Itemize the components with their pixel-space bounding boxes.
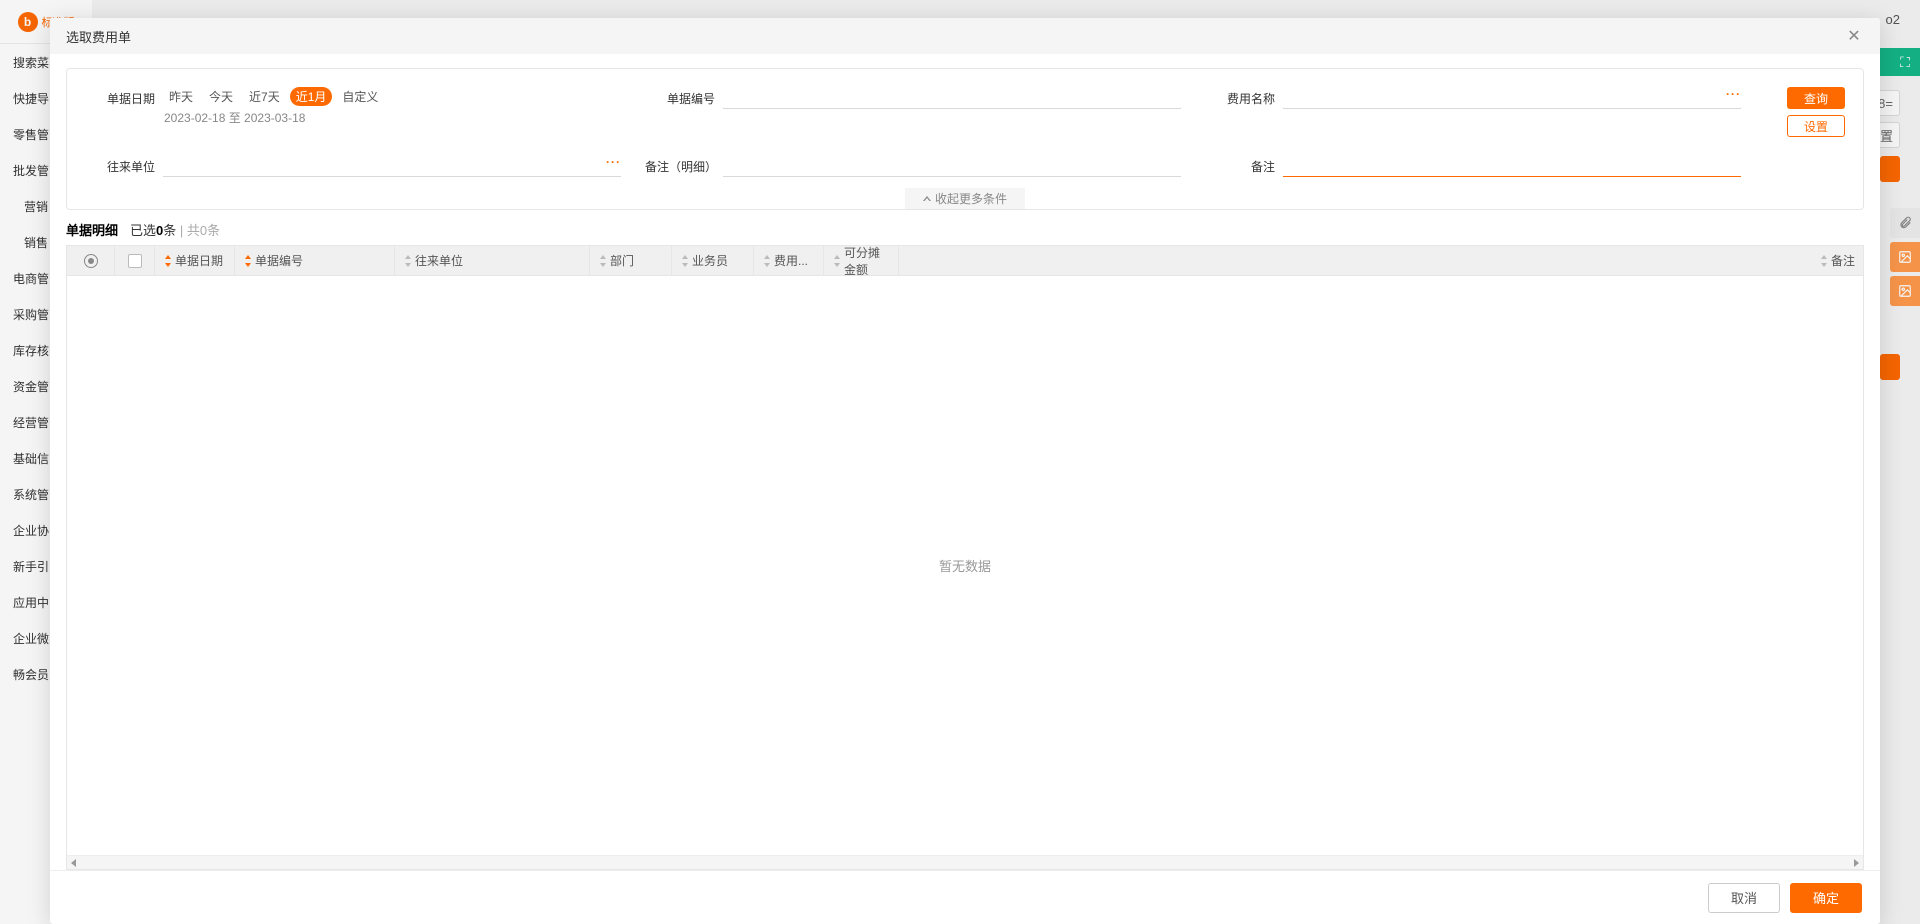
sort-icon: [243, 254, 253, 268]
sort-icon: [680, 254, 690, 268]
column-biz[interactable]: 业务员: [672, 246, 754, 275]
table-header-row: 单据日期 单据编号 往来单位 部门 业务员: [67, 246, 1863, 276]
modal-title: 选取费用单: [66, 27, 131, 46]
code-input[interactable]: [723, 87, 1181, 109]
filter-actions: 查询 设置: [1765, 87, 1845, 137]
column-code[interactable]: 单据编号: [235, 246, 395, 275]
date-quick-picker: 昨天 今天 近7天 近1月 自定义: [163, 87, 621, 106]
details-title: 单据明细: [66, 220, 118, 239]
chevron-up-icon: [923, 196, 931, 201]
filter-party: 往来单位 ···: [85, 155, 621, 177]
sort-icon: [403, 254, 413, 268]
modal-header: 选取费用单 ✕: [50, 18, 1880, 54]
checkbox-icon: [128, 254, 142, 268]
close-icon[interactable]: ✕: [1844, 26, 1864, 46]
sort-icon: [1819, 254, 1829, 268]
query-button[interactable]: 查询: [1787, 87, 1845, 109]
date-quick-last1m[interactable]: 近1月: [290, 87, 333, 106]
filter-fee-name-label: 费用名称: [1205, 87, 1283, 107]
settings-button[interactable]: 设置: [1787, 115, 1845, 137]
sort-icon: [832, 254, 842, 268]
modal-body: 单据日期 昨天 今天 近7天 近1月 自定义 2023-02-18 至 2023…: [50, 54, 1880, 870]
collapse-label: 收起更多条件: [935, 190, 1007, 207]
remark-detail-input[interactable]: [723, 155, 1181, 177]
column-fee[interactable]: 费用...: [754, 246, 824, 275]
column-date[interactable]: 单据日期: [155, 246, 235, 275]
column-select-all[interactable]: [115, 246, 155, 275]
filter-remark-label: 备注: [1205, 155, 1283, 175]
ellipsis-icon[interactable]: ···: [606, 155, 621, 169]
sort-icon: [163, 254, 173, 268]
sort-icon: [598, 254, 608, 268]
column-dept[interactable]: 部门: [590, 246, 672, 275]
date-quick-today[interactable]: 今天: [203, 87, 239, 106]
collapse-button[interactable]: 收起更多条件: [905, 188, 1025, 209]
date-range-display: 2023-02-18 至 2023-03-18: [163, 109, 621, 126]
details-header: 单据明细 已选0条 | 共0条: [66, 210, 1864, 245]
sort-icon: [762, 254, 772, 268]
filter-date: 单据日期 昨天 今天 近7天 近1月 自定义 2023-02-18 至 2023…: [85, 87, 621, 137]
select-expense-modal: 选取费用单 ✕ 单据日期 昨天 今天 近7天 近1月 自定义: [50, 18, 1880, 924]
gear-icon: [84, 254, 98, 268]
column-settings[interactable]: [67, 246, 115, 275]
filter-date-label: 单据日期: [85, 87, 163, 107]
filter-code-label: 单据编号: [645, 87, 723, 107]
cancel-button[interactable]: 取消: [1708, 883, 1780, 913]
date-quick-yesterday[interactable]: 昨天: [163, 87, 199, 106]
column-alloc[interactable]: 可分摊金额: [824, 246, 899, 275]
date-quick-custom[interactable]: 自定义: [336, 87, 384, 106]
remark-input[interactable]: [1283, 155, 1741, 177]
filter-party-label: 往来单位: [85, 155, 163, 175]
filter-remark-detail: 备注（明细）: [645, 155, 1181, 177]
filter-panel: 单据日期 昨天 今天 近7天 近1月 自定义 2023-02-18 至 2023…: [66, 68, 1864, 210]
horizontal-scrollbar[interactable]: [67, 855, 1863, 869]
table-empty: 暂无数据: [67, 276, 1863, 855]
confirm-button[interactable]: 确定: [1790, 883, 1862, 913]
ellipsis-icon[interactable]: ···: [1726, 87, 1741, 101]
empty-text: 暂无数据: [939, 556, 991, 575]
table: 单据日期 单据编号 往来单位 部门 业务员: [66, 245, 1864, 870]
filter-remark-detail-label: 备注（明细）: [645, 155, 723, 175]
column-remark[interactable]: 备注: [899, 246, 1863, 275]
column-party[interactable]: 往来单位: [395, 246, 590, 275]
filter-fee-name: 费用名称 ···: [1205, 87, 1741, 137]
filter-remark: 备注: [1205, 155, 1741, 177]
selected-count-block: 已选0条 | 共0条: [130, 220, 220, 239]
filter-code: 单据编号: [645, 87, 1181, 137]
modal-footer: 取消 确定: [50, 870, 1880, 924]
date-quick-last7[interactable]: 近7天: [243, 87, 286, 106]
collapse-bar: 收起更多条件: [67, 187, 1863, 209]
party-input[interactable]: [163, 155, 621, 177]
fee-name-input[interactable]: [1283, 87, 1741, 109]
